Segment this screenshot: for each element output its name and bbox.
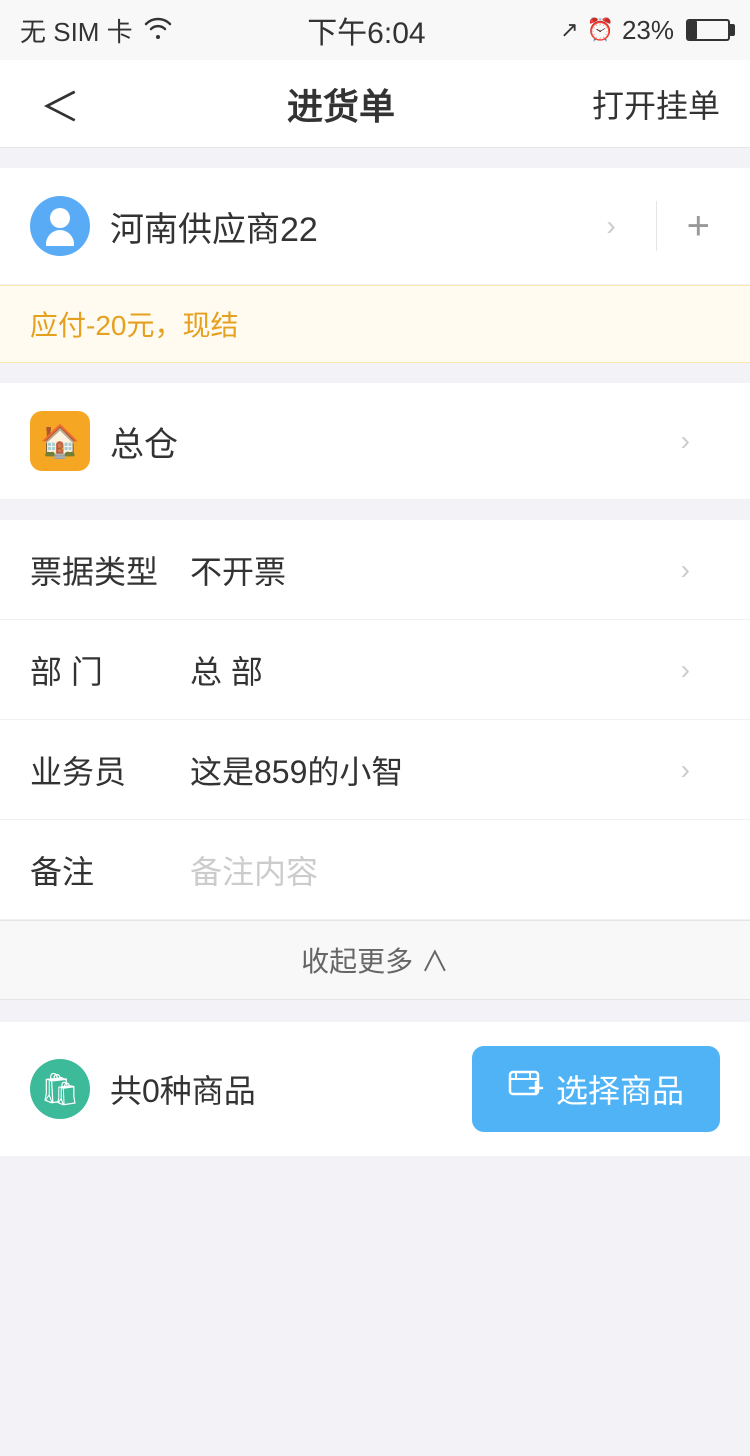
invoice-type-label: 票据类型 <box>30 547 170 593</box>
bottom-background <box>0 1156 750 1456</box>
form-section: 票据类型 不开票 › 部 门 总 部 › 业务员 这是859的小智 › 备注 备… <box>0 520 750 920</box>
supplier-section: 河南供应商22 › + 应付-20元，现结 <box>0 168 750 363</box>
notice-bar: 应付-20元，现结 <box>0 285 750 363</box>
divider-3 <box>0 1000 750 1020</box>
supplier-name: 河南供应商22 <box>110 202 606 251</box>
invoice-type-value: 不开票 <box>170 547 681 593</box>
remark-row[interactable]: 备注 备注内容 <box>0 820 750 920</box>
salesperson-value: 这是859的小智 <box>170 747 681 793</box>
status-bar: 无 SIM 卡 下午6:04 ↗ ⏰ 23% <box>0 0 750 60</box>
collapse-label: 收起更多 ∧ <box>301 940 449 980</box>
department-row[interactable]: 部 门 总 部 › <box>0 620 750 720</box>
department-value: 总 部 <box>170 647 681 693</box>
row-divider <box>656 201 657 251</box>
battery-text: 23% <box>622 15 674 46</box>
avatar-icon <box>42 208 78 244</box>
warehouse-icon: 🏠 <box>40 422 80 460</box>
salesperson-row[interactable]: 业务员 这是859的小智 › <box>0 720 750 820</box>
divider-2 <box>0 500 750 520</box>
alarm-icon: ⏰ <box>587 17 614 43</box>
invoice-type-chevron: › <box>681 554 690 586</box>
warehouse-name: 总仓 <box>110 417 681 466</box>
supplier-chevron-icon: › <box>606 210 615 242</box>
page-title: 进货单 <box>287 78 395 130</box>
status-left: 无 SIM 卡 <box>20 12 173 49</box>
wifi-icon <box>143 15 173 46</box>
notice-text: 应付-20元，现结 <box>30 310 238 341</box>
divider-1 <box>0 363 750 383</box>
product-cart-icon-wrap: 🛍 <box>30 1059 90 1119</box>
cart-icon: 🛍 <box>40 1070 81 1108</box>
status-right: ↗ ⏰ 23% <box>560 15 730 46</box>
collapse-button[interactable]: 收起更多 ∧ <box>0 920 750 1000</box>
warehouse-chevron-icon: › <box>681 425 690 457</box>
product-count: 共0种商品 <box>110 1066 472 1112</box>
battery-icon <box>686 19 730 41</box>
select-product-icon <box>508 1070 544 1108</box>
back-button[interactable]: ＜ <box>30 65 90 143</box>
supplier-row[interactable]: 河南供应商22 › + <box>0 168 750 285</box>
warehouse-icon-wrap: 🏠 <box>30 411 90 471</box>
top-divider <box>0 148 750 168</box>
remark-placeholder[interactable]: 备注内容 <box>170 847 720 893</box>
carrier-text: 无 SIM 卡 <box>20 12 133 49</box>
select-product-label: 选择商品 <box>556 1066 684 1112</box>
open-pending-button[interactable]: 打开挂单 <box>592 81 720 127</box>
supplier-avatar <box>30 196 90 256</box>
warehouse-row[interactable]: 🏠 总仓 › <box>0 383 750 500</box>
warehouse-section: 🏠 总仓 › <box>0 383 750 500</box>
add-supplier-button[interactable]: + <box>677 199 720 254</box>
nav-bar: ＜ 进货单 打开挂单 <box>0 60 750 148</box>
department-label: 部 门 <box>30 647 170 693</box>
select-product-button[interactable]: 选择商品 <box>472 1046 720 1132</box>
salesperson-label: 业务员 <box>30 747 170 793</box>
salesperson-chevron: › <box>681 754 690 786</box>
product-bar: 🛍 共0种商品 选择商品 <box>0 1022 750 1156</box>
department-chevron: › <box>681 654 690 686</box>
location-icon: ↗ <box>560 17 578 43</box>
invoice-type-row[interactable]: 票据类型 不开票 › <box>0 520 750 620</box>
remark-label: 备注 <box>30 847 170 893</box>
status-time: 下午6:04 <box>307 8 425 52</box>
